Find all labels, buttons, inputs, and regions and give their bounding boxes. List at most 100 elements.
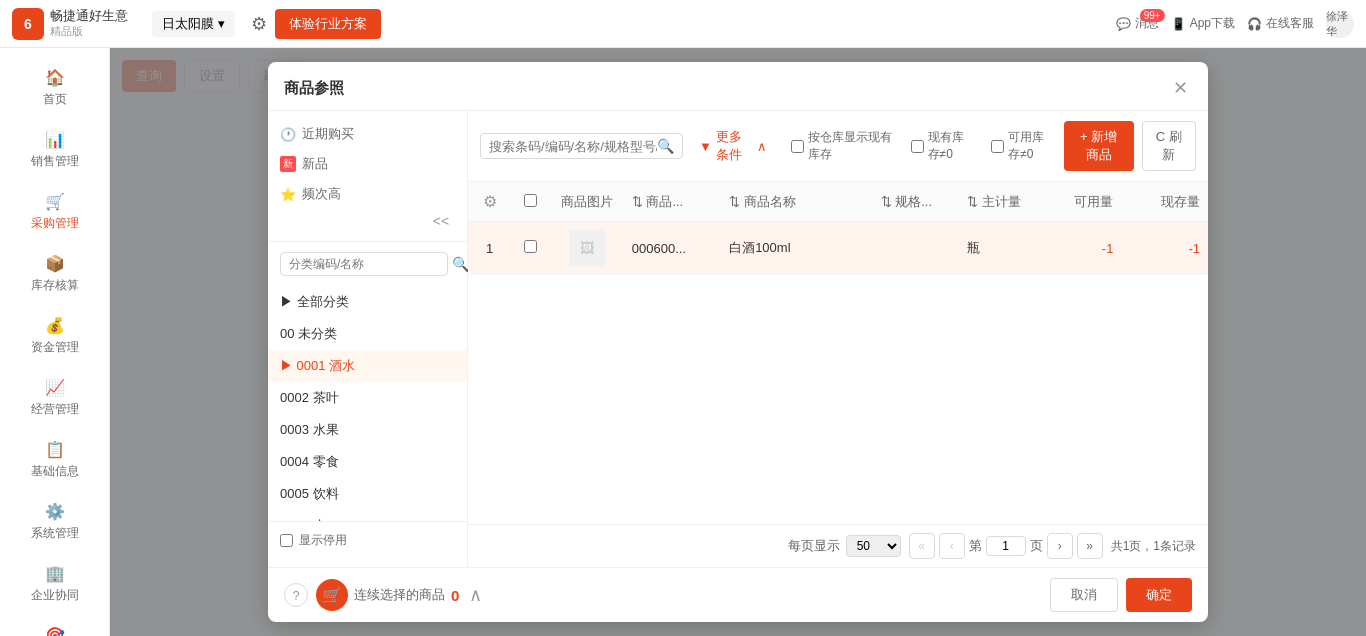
category-list: ▶ 全部分类 00 未分类 ▶ 0001 酒水 0002 茶叶 (268, 282, 467, 521)
collapse-footer-button[interactable]: ∧ (469, 584, 482, 606)
category-0005[interactable]: 0005 饮料 (268, 478, 467, 510)
avail-nonzero-filter[interactable]: 可用库存≠0 (991, 129, 1056, 163)
trial-button[interactable]: 体验行业方案 (275, 9, 381, 39)
col-header-code[interactable]: ⇅ 商品... (624, 182, 721, 222)
category-0002[interactable]: 0002 茶叶 (268, 382, 467, 414)
stock-nonzero-checkbox[interactable] (911, 140, 924, 153)
category-0008[interactable]: 0008 水 (268, 510, 467, 521)
new-product-item[interactable]: 新 新品 (268, 149, 467, 179)
select-all-checkbox[interactable] (524, 194, 537, 207)
finance-icon: 💰 (44, 314, 66, 336)
sidebar-item-sales[interactable]: 📊 销售管理 (0, 118, 109, 180)
row-unit: 瓶 (959, 222, 1035, 275)
sidebar-item-enterprise[interactable]: 🏢 企业协同 (0, 552, 109, 614)
sidebar-item-guide[interactable]: 🎯 新手引导 (0, 614, 109, 636)
messages-nav[interactable]: 💬 消息 99+ (1116, 15, 1159, 32)
star-icon: ⭐ (280, 187, 296, 202)
refresh-button[interactable]: C 刷新 (1142, 121, 1196, 171)
product-search-icon[interactable]: 🔍 (657, 138, 674, 154)
next-page-button[interactable]: › (1047, 533, 1073, 559)
high-frequency-item[interactable]: ⭐ 频次高 (268, 179, 467, 209)
col-header-settings: ⚙ (468, 182, 511, 222)
modal-overlay: 商品参照 ✕ 🕐 近期购买 新 新品 (110, 48, 1366, 636)
page-size-label: 每页显示 (788, 537, 840, 555)
cat-00-label: 00 未分类 (280, 325, 337, 343)
sidebar-item-inventory[interactable]: 📦 库存核算 (0, 242, 109, 304)
cat-0002-label: 0002 茶叶 (280, 389, 339, 407)
table-row[interactable]: 1 🖼 (468, 222, 1208, 275)
footer-actions: 取消 确定 (1050, 578, 1192, 612)
sidebar-item-finance[interactable]: 💰 资金管理 (0, 304, 109, 366)
table-action-buttons: + 新增商品 C 刷新 (1064, 121, 1196, 171)
category-0004[interactable]: 0004 零食 (268, 446, 467, 478)
page-number-input[interactable] (986, 536, 1026, 556)
store-selector[interactable]: 日太阳膜 ▾ (152, 11, 235, 37)
modal-close-button[interactable]: ✕ (1168, 76, 1192, 100)
cat-0004-label: 0004 零食 (280, 453, 339, 471)
add-product-button[interactable]: + 新增商品 (1064, 121, 1134, 171)
prev-page-button[interactable]: ‹ (939, 533, 965, 559)
cancel-button[interactable]: 取消 (1050, 578, 1118, 612)
row-stock: -1 (1121, 222, 1208, 275)
row-num: 1 (468, 222, 511, 275)
pagination-bar: 每页显示 50 10 20 100 « ‹ (468, 524, 1208, 567)
filter-up-icon: ∧ (757, 139, 767, 154)
message-icon: 💬 (1116, 17, 1131, 31)
user-avatar[interactable]: 徐泽华 (1326, 10, 1354, 38)
sidebar-item-operations[interactable]: 📈 经营管理 (0, 366, 109, 428)
sidebar-item-system[interactable]: ⚙️ 系统管理 (0, 490, 109, 552)
dropdown-icon: ▾ (218, 16, 225, 31)
cat-0003-label: 0003 水果 (280, 421, 339, 439)
category-all[interactable]: ▶ 全部分类 (268, 286, 467, 318)
category-0001[interactable]: ▶ 0001 酒水 (268, 350, 467, 382)
purchase-icon: 🛒 (44, 190, 66, 212)
col-header-unit[interactable]: ⇅ 主计量 (959, 182, 1035, 222)
stock-nonzero-filter[interactable]: 现有库存≠0 (911, 129, 976, 163)
new-icon: 新 (280, 156, 296, 172)
message-badge: 99+ (1140, 9, 1165, 22)
more-filters-button[interactable]: ▼ 更多条件 ∧ (691, 124, 775, 168)
category-search-icon[interactable]: 🔍 (452, 256, 469, 272)
modal-footer: ? 🛒 连续选择的商品 0 ∧ 取消 确定 (268, 567, 1208, 622)
category-search-input[interactable] (280, 252, 448, 276)
col-header-spec[interactable]: ⇅ 规格... (873, 182, 960, 222)
help-icon-button[interactable]: ? (284, 583, 308, 607)
product-search-input[interactable] (489, 139, 657, 154)
sort-icon-spec: ⇅ (881, 194, 892, 209)
last-page-button[interactable]: » (1077, 533, 1103, 559)
first-page-button[interactable]: « (909, 533, 935, 559)
recent-purchase-item[interactable]: 🕐 近期购买 (268, 119, 467, 149)
page-size-selector: 每页显示 50 10 20 100 (788, 535, 901, 557)
column-settings-icon[interactable]: ⚙ (483, 193, 497, 210)
row-spec (873, 222, 960, 275)
sidebar-item-basic-info[interactable]: 📋 基础信息 (0, 428, 109, 490)
row-checkbox[interactable] (524, 240, 537, 253)
col-header-check (511, 182, 550, 222)
warehouse-filter[interactable]: 按仓库显示现有库存 (791, 129, 894, 163)
row-name: 白酒100ml (721, 222, 872, 275)
app-download-nav[interactable]: 📱 App下载 (1171, 15, 1235, 32)
logo-area: 6 畅捷通好生意 精品版 (12, 8, 132, 40)
sidebar-label-system: 系统管理 (31, 525, 79, 542)
avail-nonzero-checkbox[interactable] (991, 140, 1004, 153)
content-area: 查询 设置 刷新 商品参照 ✕ 🕐 近期购买 (110, 48, 1366, 636)
col-header-stock: 现存量 (1121, 182, 1208, 222)
product-table-body: 1 🖼 (468, 222, 1208, 275)
display-disabled-area: 显示停用 (268, 521, 467, 559)
warehouse-checkbox[interactable] (791, 140, 804, 153)
col-header-name[interactable]: ⇅ 商品名称 (721, 182, 872, 222)
confirm-button[interactable]: 确定 (1126, 578, 1192, 612)
page-size-select[interactable]: 50 10 20 100 (846, 535, 901, 557)
product-table-area: ⚙ 商品图片 (468, 182, 1208, 524)
category-0003[interactable]: 0003 水果 (268, 414, 467, 446)
operations-icon: 📈 (44, 376, 66, 398)
category-00[interactable]: 00 未分类 (268, 318, 467, 350)
sidebar-item-purchase[interactable]: 🛒 采购管理 (0, 180, 109, 242)
gear-icon[interactable]: ⚙ (251, 13, 267, 35)
recent-purchase-label: 近期购买 (302, 125, 354, 143)
online-service-nav[interactable]: 🎧 在线客服 (1247, 15, 1314, 32)
display-disabled-checkbox[interactable] (280, 534, 293, 547)
cart-icon[interactable]: 🛒 (316, 579, 348, 611)
collapse-category-button[interactable]: << (431, 211, 451, 231)
sidebar-item-home[interactable]: 🏠 首页 (0, 56, 109, 118)
